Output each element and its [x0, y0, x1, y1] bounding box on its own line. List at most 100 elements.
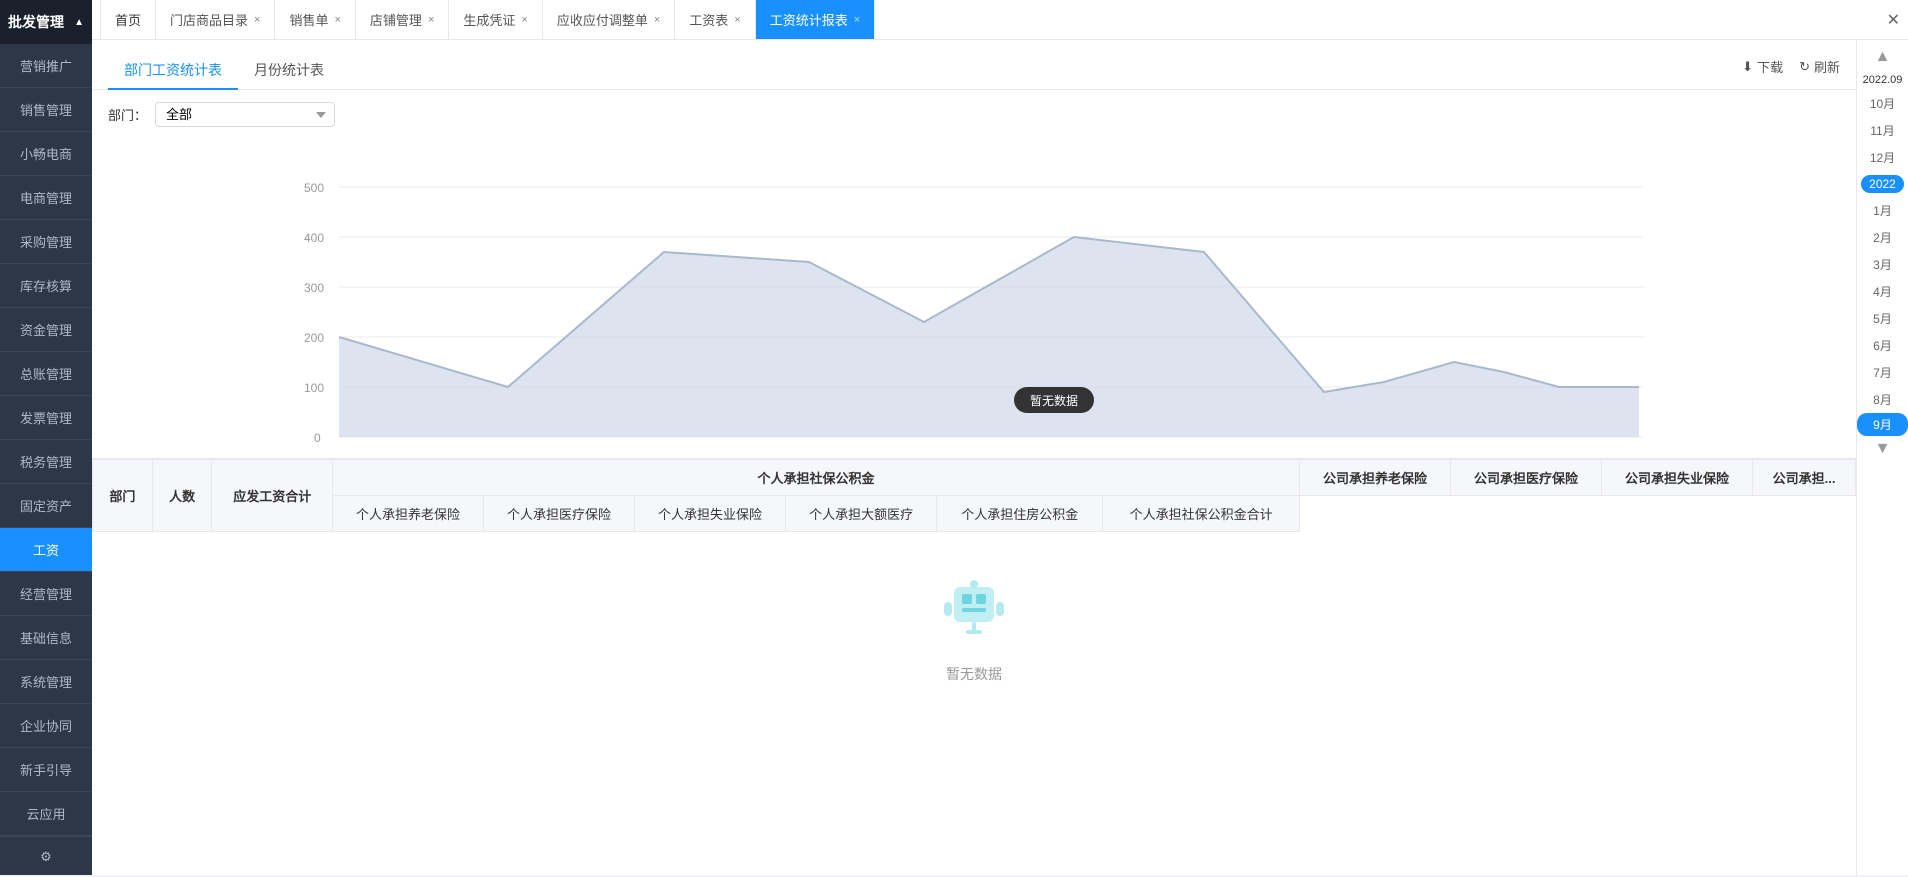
sidebar-item-采购管理[interactable]: 采购管理 — [0, 220, 92, 264]
timeline-up-arrow[interactable]: ▲ — [1871, 44, 1895, 70]
empty-icon — [934, 572, 1014, 652]
tab-close-工资统计报表[interactable]: × — [854, 14, 860, 26]
tab-bar: 首页门店商品目录×销售单×店铺管理×生成凭证×应收应付调整单×工资表×工资统计报… — [92, 0, 1908, 40]
sidebar-settings[interactable]: ⚙ — [0, 836, 92, 877]
timeline-month-12[interactable]: 12月 — [1857, 144, 1908, 171]
tab-销售单[interactable]: 销售单× — [275, 0, 355, 39]
sidebar-item-库存核算[interactable]: 库存核算 — [0, 264, 92, 308]
sidebar-item-基础信息[interactable]: 基础信息 — [0, 616, 92, 660]
th-company-more: 公司承担... — [1753, 460, 1856, 496]
sidebar-item-企业协同[interactable]: 企业协同 — [0, 704, 92, 748]
timeline-year-badge[interactable]: 2022 — [1861, 175, 1904, 193]
th-department: 部门 — [93, 460, 153, 532]
sidebar-item-营销推广[interactable]: 营销推广 — [0, 44, 92, 88]
timeline-month-6[interactable]: 6月 — [1857, 332, 1908, 359]
sidebar-item-小畅电商[interactable]: 小畅电商 — [0, 132, 92, 176]
sidebar-item-发票管理[interactable]: 发票管理 — [0, 396, 92, 440]
sidebar: 批发管理 ▲ 营销推广销售管理小畅电商电商管理采购管理库存核算资金管理总账管理发… — [0, 0, 92, 875]
timeline-month-9[interactable]: 9月 — [1857, 413, 1908, 436]
refresh-icon: ↻ — [1799, 59, 1810, 75]
timeline-month-3[interactable]: 3月 — [1857, 251, 1908, 278]
tab-close-工资表[interactable]: × — [734, 14, 740, 26]
refresh-label: 刷新 — [1814, 57, 1840, 76]
chart-svg: 0 100 200 300 400 500 — [108, 147, 1840, 447]
department-select[interactable]: 全部 — [155, 102, 335, 127]
y-axis-500: 500 — [304, 181, 324, 195]
tab-close-应收应付调整单[interactable]: × — [654, 14, 660, 26]
tab-bar-end: ✕ — [1887, 10, 1900, 30]
timeline-top-label: 2022.09 — [1861, 70, 1905, 90]
tab-工资表[interactable]: 工资表× — [675, 0, 755, 39]
chart-container: 0 100 200 300 400 500 — [92, 139, 1856, 458]
sidebar-item-总账管理[interactable]: 总账管理 — [0, 352, 92, 396]
th-company-medical: 公司承担医疗保险 — [1451, 460, 1602, 496]
tab-close-生成凭证[interactable]: × — [521, 14, 527, 26]
th-total-wage: 应发工资合计 — [212, 460, 333, 532]
sidebar-items: 营销推广销售管理小畅电商电商管理采购管理库存核算资金管理总账管理发票管理税务管理… — [0, 44, 92, 836]
timeline-month-11[interactable]: 11月 — [1857, 117, 1908, 144]
sidebar-toggle-icon: ▲ — [74, 17, 84, 28]
refresh-button[interactable]: ↻ 刷新 — [1799, 57, 1840, 76]
tab-门店商品目录[interactable]: 门店商品目录× — [156, 0, 275, 39]
download-button[interactable]: ⬇ 下载 — [1742, 57, 1783, 76]
data-table: 部门 人数 应发工资合计 个人承担社保公积金 公司承担养老保险 公司承担医疗保险… — [92, 459, 1856, 532]
timeline-month-2[interactable]: 2月 — [1857, 224, 1908, 251]
th-company-unemployment: 公司承担失业保险 — [1602, 460, 1753, 496]
th-personal-unemployment: 个人承担失业保险 — [635, 496, 786, 532]
timeline-month-7[interactable]: 7月 — [1857, 359, 1908, 386]
sidebar-item-固定资产[interactable]: 固定资产 — [0, 484, 92, 528]
timeline-panel: ▲ 2022.09 10月 11月 12月 2022 1月 2月 3月 4月 5… — [1856, 40, 1908, 875]
sub-tab-actions: ⬇ 下载 ↻ 刷新 — [1742, 57, 1840, 84]
sidebar-item-电商管理[interactable]: 电商管理 — [0, 176, 92, 220]
subtab-部门工资统计表[interactable]: 部门工资统计表 — [108, 52, 238, 90]
tab-首页[interactable]: 首页 — [100, 0, 156, 39]
timeline-down-arrow[interactable]: ▼ — [1871, 436, 1895, 462]
sidebar-item-系统管理[interactable]: 系统管理 — [0, 660, 92, 704]
tab-工资统计报表[interactable]: 工资统计报表× — [756, 0, 875, 39]
sidebar-item-经营管理[interactable]: 经营管理 — [0, 572, 92, 616]
timeline-month-8[interactable]: 8月 — [1857, 386, 1908, 413]
sidebar-title: 批发管理 — [8, 12, 64, 32]
th-personal-medical: 个人承担医疗保险 — [484, 496, 635, 532]
empty-state: 暂无数据 — [92, 532, 1856, 724]
filter-label: 部门： — [108, 105, 147, 124]
window-close-icon[interactable]: ✕ — [1887, 10, 1900, 30]
sub-tabs: 部门工资统计表月份统计表 ⬇ 下载 ↻ 刷新 — [92, 40, 1856, 90]
timeline-month-5[interactable]: 5月 — [1857, 305, 1908, 332]
y-axis-0: 0 — [314, 431, 321, 445]
sidebar-item-资金管理[interactable]: 资金管理 — [0, 308, 92, 352]
th-personal-total: 个人承担社保公积金合计 — [1103, 496, 1300, 532]
sidebar-item-新手引导[interactable]: 新手引导 — [0, 748, 92, 792]
timeline-month-10[interactable]: 10月 — [1857, 90, 1908, 117]
subtabs-container: 部门工资统计表月份统计表 — [108, 52, 340, 89]
y-axis-100: 100 — [304, 381, 324, 395]
y-axis-400: 400 — [304, 231, 324, 245]
sidebar-item-销售管理[interactable]: 销售管理 — [0, 88, 92, 132]
tab-店铺管理[interactable]: 店铺管理× — [356, 0, 449, 39]
tab-close-销售单[interactable]: × — [334, 14, 340, 26]
sidebar-item-云应用[interactable]: 云应用 — [0, 792, 92, 836]
subtab-月份统计表[interactable]: 月份统计表 — [238, 52, 340, 90]
content-area: 部门工资统计表月份统计表 ⬇ 下载 ↻ 刷新 部门： 全部 — [92, 40, 1908, 875]
th-personal-social: 个人承担社保公积金 — [333, 460, 1300, 496]
settings-icon: ⚙ — [40, 849, 52, 864]
timeline-month-4[interactable]: 4月 — [1857, 278, 1908, 305]
sidebar-item-工资[interactable]: 工资 — [0, 528, 92, 572]
th-company-pension: 公司承担养老保险 — [1299, 460, 1450, 496]
table-header-row2: 个人承担养老保险 个人承担医疗保险 个人承担失业保险 个人承担大额医疗 个人承担… — [93, 496, 1856, 532]
filter-row: 部门： 全部 — [92, 90, 1856, 139]
tab-close-门店商品目录[interactable]: × — [254, 14, 260, 26]
tabs-container: 首页门店商品目录×销售单×店铺管理×生成凭证×应收应付调整单×工资表×工资统计报… — [100, 0, 875, 39]
sidebar-item-税务管理[interactable]: 税务管理 — [0, 440, 92, 484]
y-axis-200: 200 — [304, 331, 324, 345]
y-axis-300: 300 — [304, 281, 324, 295]
tab-应收应付调整单[interactable]: 应收应付调整单× — [543, 0, 675, 39]
chart-tooltip-text: 暂无数据 — [1030, 393, 1078, 408]
download-label: 下载 — [1757, 57, 1783, 76]
tab-close-店铺管理[interactable]: × — [428, 14, 434, 26]
page-content: 部门工资统计表月份统计表 ⬇ 下载 ↻ 刷新 部门： 全部 — [92, 40, 1856, 875]
sidebar-header[interactable]: 批发管理 ▲ — [0, 0, 92, 44]
empty-text: 暂无数据 — [946, 664, 1002, 684]
timeline-month-1[interactable]: 1月 — [1857, 197, 1908, 224]
tab-生成凭证[interactable]: 生成凭证× — [449, 0, 542, 39]
